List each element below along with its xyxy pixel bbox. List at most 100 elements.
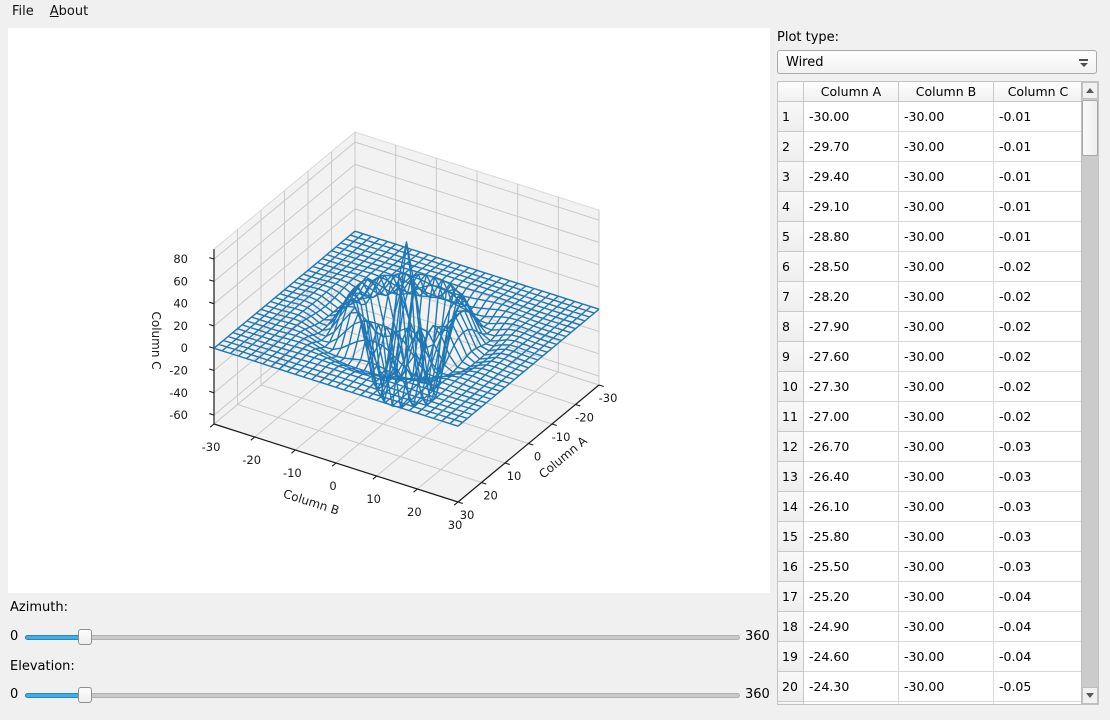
table-cell[interactable]: -30.00 bbox=[804, 102, 899, 132]
table-cell[interactable]: -0.01 bbox=[994, 222, 1082, 252]
row-number-cell[interactable]: 16 bbox=[778, 552, 804, 582]
table-cell[interactable]: -24.30 bbox=[804, 672, 899, 702]
table-cell[interactable]: -24.90 bbox=[804, 612, 899, 642]
row-number-cell[interactable]: 13 bbox=[778, 462, 804, 492]
table-cell[interactable]: -29.70 bbox=[804, 132, 899, 162]
table-cell[interactable]: -30.00 bbox=[899, 492, 994, 522]
row-number-cell[interactable]: 3 bbox=[778, 162, 804, 192]
row-number-cell[interactable]: 2 bbox=[778, 132, 804, 162]
plot-type-combobox[interactable]: Wired bbox=[777, 50, 1097, 74]
scrollbar-thumb[interactable] bbox=[1082, 100, 1098, 156]
table-cell[interactable]: -24.60 bbox=[804, 642, 899, 672]
row-number-cell[interactable]: 9 bbox=[778, 342, 804, 372]
table-cell[interactable]: -0.04 bbox=[994, 642, 1082, 672]
table-cell[interactable]: -30.00 bbox=[899, 312, 994, 342]
table-cell[interactable]: -30.00 bbox=[899, 342, 994, 372]
table-cell[interactable]: -30.00 bbox=[899, 192, 994, 222]
table-cell[interactable] bbox=[899, 702, 994, 705]
table-cell[interactable]: -0.04 bbox=[994, 582, 1082, 612]
table-cell[interactable]: -30.00 bbox=[899, 222, 994, 252]
svg-text:40: 40 bbox=[173, 297, 188, 311]
row-number-cell[interactable]: 12 bbox=[778, 432, 804, 462]
table-cell[interactable]: -30.00 bbox=[899, 162, 994, 192]
scrollbar-down-button[interactable] bbox=[1082, 687, 1098, 704]
row-number-cell[interactable]: 11 bbox=[778, 402, 804, 432]
row-number-cell[interactable]: 17 bbox=[778, 582, 804, 612]
table-header-column-a[interactable]: Column A bbox=[804, 82, 899, 101]
table-cell[interactable]: -28.80 bbox=[804, 222, 899, 252]
table-cell[interactable]: -0.02 bbox=[994, 282, 1082, 312]
table-cell[interactable]: -30.00 bbox=[899, 582, 994, 612]
table-cell[interactable]: -25.80 bbox=[804, 522, 899, 552]
table-cell[interactable]: -0.03 bbox=[994, 492, 1082, 522]
azimuth-slider-track[interactable] bbox=[25, 635, 740, 640]
table-cell[interactable]: -26.40 bbox=[804, 462, 899, 492]
table-cell[interactable]: -25.50 bbox=[804, 552, 899, 582]
table-cell[interactable]: -0.03 bbox=[994, 462, 1082, 492]
table-cell[interactable]: -29.10 bbox=[804, 192, 899, 222]
table-cell[interactable]: -0.01 bbox=[994, 102, 1082, 132]
table-cell[interactable]: -0.02 bbox=[994, 372, 1082, 402]
row-number-cell[interactable]: 18 bbox=[778, 612, 804, 642]
row-number-cell[interactable]: 14 bbox=[778, 492, 804, 522]
table-cell[interactable]: -30.00 bbox=[899, 642, 994, 672]
table-cell[interactable]: -30.00 bbox=[899, 102, 994, 132]
table-header-column-c[interactable]: Column C bbox=[994, 82, 1082, 101]
table-cell[interactable]: -0.02 bbox=[994, 402, 1082, 432]
azimuth-slider-thumb[interactable] bbox=[78, 629, 92, 645]
row-number-cell[interactable]: 10 bbox=[778, 372, 804, 402]
row-number-cell[interactable]: 5 bbox=[778, 222, 804, 252]
elevation-slider-thumb[interactable] bbox=[78, 687, 92, 703]
table-cell[interactable]: -27.90 bbox=[804, 312, 899, 342]
table-cell[interactable]: -30.00 bbox=[899, 252, 994, 282]
menu-file[interactable]: File bbox=[4, 2, 42, 21]
table-cell[interactable]: -0.01 bbox=[994, 132, 1082, 162]
table-cell[interactable]: -30.00 bbox=[899, 132, 994, 162]
wireframe-3d-plot: -30-20-100102030-30-20-10010203080604020… bbox=[8, 28, 770, 593]
row-number-cell[interactable]: 1 bbox=[778, 102, 804, 132]
table-cell[interactable]: -30.00 bbox=[899, 552, 994, 582]
table-cell[interactable]: -30.00 bbox=[899, 402, 994, 432]
table-vertical-scrollbar[interactable] bbox=[1081, 82, 1098, 704]
table-cell[interactable]: -29.40 bbox=[804, 162, 899, 192]
table-cell[interactable]: -0.03 bbox=[994, 552, 1082, 582]
table-cell[interactable]: -30.00 bbox=[899, 672, 994, 702]
row-number-cell[interactable]: 6 bbox=[778, 252, 804, 282]
row-number-cell[interactable]: 8 bbox=[778, 312, 804, 342]
table-cell[interactable]: -30.00 bbox=[899, 612, 994, 642]
table-cell[interactable]: -30.00 bbox=[899, 282, 994, 312]
row-number-cell[interactable]: 20 bbox=[778, 672, 804, 702]
table-cell[interactable]: -30.00 bbox=[899, 522, 994, 552]
row-number-cell[interactable]: 19 bbox=[778, 642, 804, 672]
elevation-slider-track[interactable] bbox=[25, 693, 740, 698]
table-header-column-b[interactable]: Column B bbox=[899, 82, 994, 101]
table-cell[interactable]: -27.00 bbox=[804, 402, 899, 432]
scrollbar-up-button[interactable] bbox=[1082, 82, 1098, 99]
table-cell[interactable]: -25.20 bbox=[804, 582, 899, 612]
table-cell[interactable]: -0.04 bbox=[994, 612, 1082, 642]
table-cell[interactable]: -0.05 bbox=[994, 672, 1082, 702]
table-cell[interactable]: -26.10 bbox=[804, 492, 899, 522]
table-cell[interactable]: -28.20 bbox=[804, 282, 899, 312]
table-cell[interactable]: -30.00 bbox=[899, 462, 994, 492]
table-cell[interactable] bbox=[994, 702, 1082, 705]
table-cell[interactable]: -27.30 bbox=[804, 372, 899, 402]
row-number-cell[interactable]: 7 bbox=[778, 282, 804, 312]
table-cell[interactable]: -0.03 bbox=[994, 432, 1082, 462]
table-cell[interactable]: -0.01 bbox=[994, 162, 1082, 192]
table-cell[interactable]: -28.50 bbox=[804, 252, 899, 282]
menu-about[interactable]: About bbox=[42, 2, 96, 21]
row-number-cell[interactable]: 4 bbox=[778, 192, 804, 222]
table-cell[interactable]: -0.02 bbox=[994, 342, 1082, 372]
row-number-cell[interactable]: 15 bbox=[778, 522, 804, 552]
table-cell[interactable]: -26.70 bbox=[804, 432, 899, 462]
table-cell[interactable]: -0.03 bbox=[994, 522, 1082, 552]
table-cell[interactable]: -30.00 bbox=[899, 372, 994, 402]
table-cell[interactable]: -30.00 bbox=[899, 432, 994, 462]
table-cell[interactable]: -0.01 bbox=[994, 192, 1082, 222]
table-cell[interactable] bbox=[778, 702, 804, 705]
table-cell[interactable] bbox=[804, 702, 899, 705]
table-cell[interactable]: -0.02 bbox=[994, 252, 1082, 282]
table-cell[interactable]: -0.02 bbox=[994, 312, 1082, 342]
table-cell[interactable]: -27.60 bbox=[804, 342, 899, 372]
